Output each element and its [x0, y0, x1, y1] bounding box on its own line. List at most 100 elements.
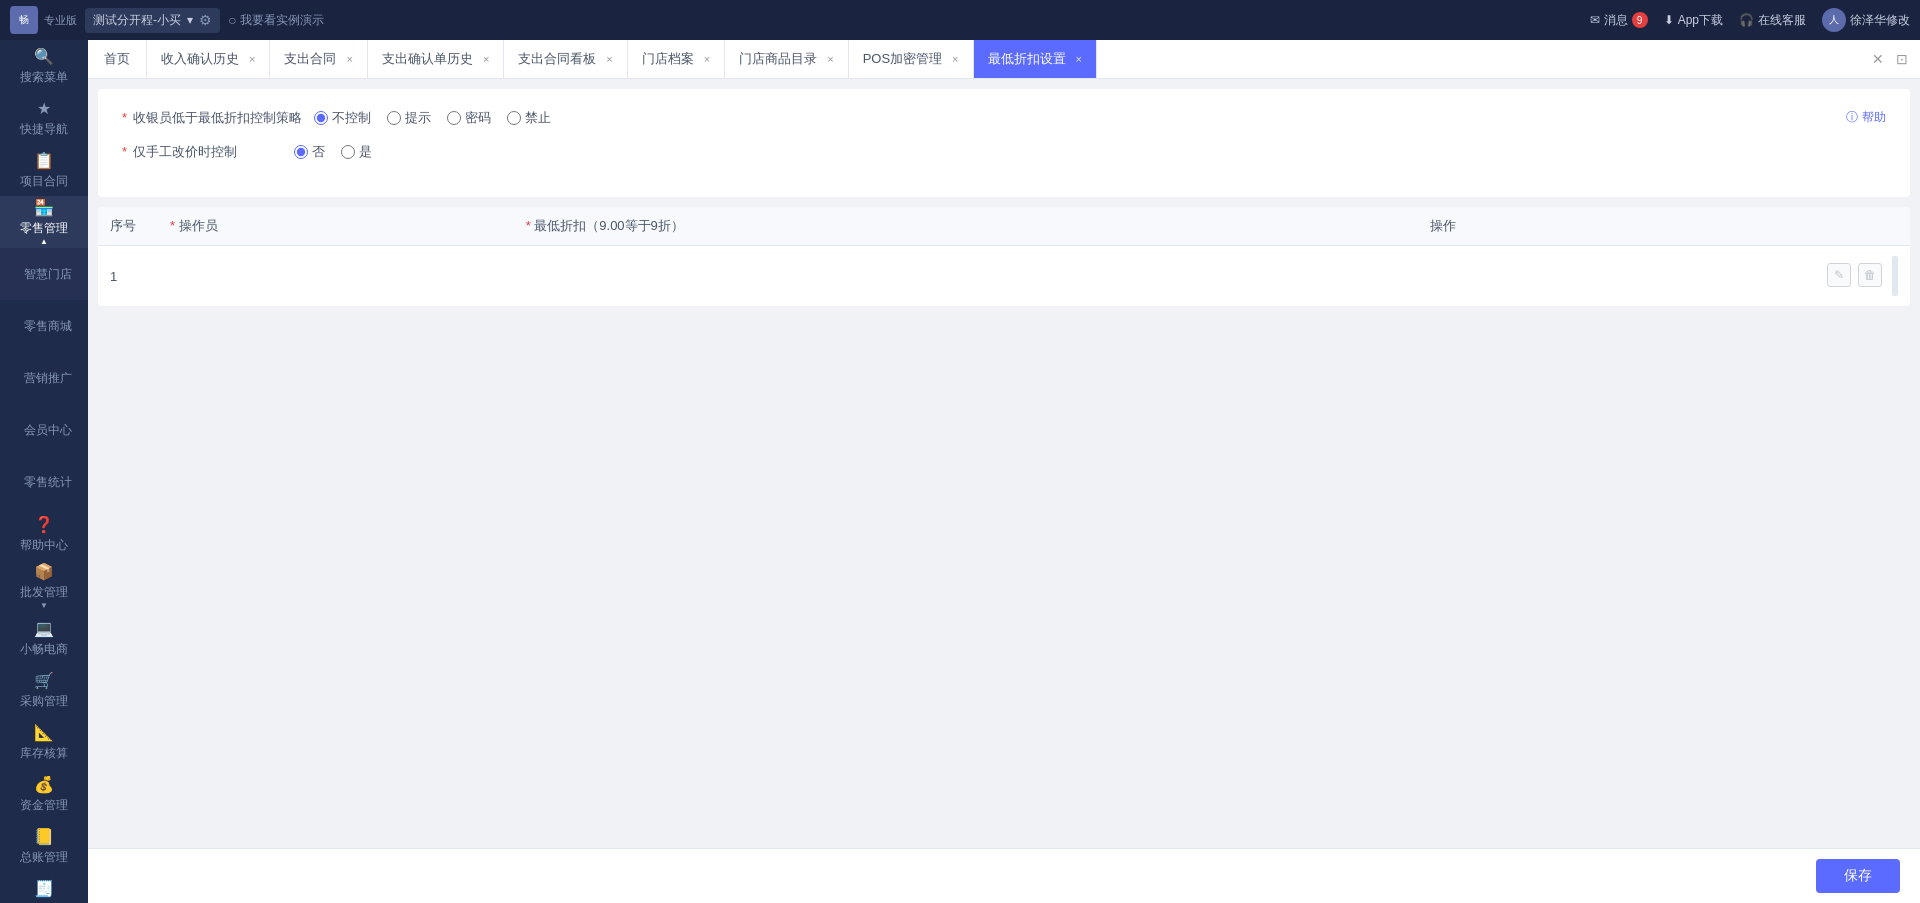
logo-area: 畅 专业版 [10, 6, 77, 34]
tab-pos-lock[interactable]: POS加密管理 × [849, 40, 974, 78]
discount-strategy-options: 不控制 提示 密码 [314, 109, 551, 127]
sidebar-item-invoice[interactable]: 🧾 发票管理 [0, 872, 88, 903]
option-forbid[interactable]: 禁止 [507, 109, 551, 127]
top-header: 畅 专业版 测试分开程-小买 ▾ ⚙ ○ 我要看实例演示 ✉ 消息 9 ⬇ Ap… [0, 0, 1920, 40]
logo-abbr: 畅 [19, 13, 29, 27]
star-icon: ★ [37, 99, 51, 118]
demo-link[interactable]: ○ 我要看实例演示 [228, 12, 324, 29]
tab-close-icon[interactable]: × [952, 53, 958, 65]
radio-no[interactable] [294, 145, 308, 159]
header-left: 畅 专业版 测试分开程-小买 ▾ ⚙ ○ 我要看实例演示 [10, 6, 324, 34]
option-no[interactable]: 否 [294, 143, 325, 161]
maximize-icon[interactable]: ⊡ [1892, 47, 1912, 71]
cell-min-discount [514, 246, 1418, 307]
tab-income-confirm[interactable]: 收入确认历史 × [147, 40, 270, 78]
sidebar-item-ledger[interactable]: 📒 总账管理 [0, 820, 88, 872]
ledger-icon: 📒 [34, 827, 54, 846]
close-tab-icon[interactable]: ✕ [1868, 47, 1888, 71]
help-icon: ❓ [34, 515, 54, 534]
tab-close-icon[interactable]: × [1076, 53, 1082, 65]
sidebar-item-label: 会员中心 [24, 422, 72, 439]
sidebar-item-finance[interactable]: 💰 资金管理 [0, 768, 88, 820]
app-logo: 畅 [10, 6, 38, 34]
page-content: * 收银员低于最低折扣控制策略 不控制 提示 [88, 79, 1920, 903]
tab-payment-confirm[interactable]: 支出确认单历史 × [368, 40, 504, 78]
sidebar-item-retail-stats[interactable]: 零售统计 [0, 456, 88, 508]
manual-control-row: * 仅手工改价时控制 否 是 [122, 143, 551, 161]
tab-close-icon[interactable]: × [827, 53, 833, 65]
tab-label: 收入确认历史 [161, 50, 239, 68]
col-header-min-discount: * 最低折扣（9.00等于9折） [514, 207, 1418, 246]
online-service-action[interactable]: 🎧 在线客服 [1739, 12, 1806, 29]
row-delete-button[interactable]: 🗑 [1858, 263, 1882, 287]
sidebar-item-wholesale[interactable]: 📦 批发管理 ▼ [0, 560, 88, 612]
sidebar-item-smart-store[interactable]: 智慧门店 [0, 248, 88, 300]
finance-icon: 💰 [34, 775, 54, 794]
sidebar-item-label: 快捷导航 [20, 121, 68, 138]
wholesale-icon: 📦 [34, 562, 54, 581]
option-password[interactable]: 密码 [447, 109, 491, 127]
settings-icon[interactable]: ⚙ [199, 12, 212, 28]
app-download-action[interactable]: ⬇ App下载 [1664, 12, 1723, 29]
tab-min-discount[interactable]: 最低折扣设置 × [974, 40, 1097, 78]
sidebar-item-ecommerce[interactable]: 💻 小畅电商 [0, 612, 88, 664]
tab-label: POS加密管理 [863, 50, 942, 68]
sidebar-item-retail[interactable]: 🏪 零售管理 ▲ [0, 196, 88, 248]
option-remind[interactable]: 提示 [387, 109, 431, 127]
sidebar-item-project[interactable]: 📋 项目合同 [0, 144, 88, 196]
message-action[interactable]: ✉ 消息 9 [1590, 12, 1648, 29]
option-no-control[interactable]: 不控制 [314, 109, 371, 127]
invoice-icon: 🧾 [34, 879, 54, 898]
tab-home[interactable]: 首页 [88, 40, 147, 78]
sidebar-item-label: 零售统计 [24, 474, 72, 491]
drag-handle[interactable] [1892, 256, 1898, 296]
manual-control-label: * 仅手工改价时控制 [122, 143, 282, 161]
sidebar-item-label: 小畅电商 [20, 641, 68, 658]
tab-close-icon[interactable]: × [249, 53, 255, 65]
sidebar-item-shortcuts[interactable]: ★ 快捷导航 [0, 92, 88, 144]
sidebar-item-purchase[interactable]: 🛒 采购管理 [0, 664, 88, 716]
radio-password[interactable] [447, 111, 461, 125]
sidebar-item-inventory[interactable]: 📐 库存核算 [0, 716, 88, 768]
radio-remind[interactable] [387, 111, 401, 125]
sidebar-item-marketing[interactable]: 营销推广 [0, 352, 88, 404]
sidebar-item-label: 总账管理 [20, 849, 68, 866]
tab-close-icon[interactable]: × [606, 53, 612, 65]
retail-icon: 🏪 [34, 198, 54, 217]
col-header-actions: 操作 [1418, 207, 1910, 246]
table-header-row: 序号 * 操作员 * 最低折扣（9.00等于9折） 操作 [98, 207, 1910, 246]
tab-close-icon[interactable]: × [704, 53, 710, 65]
radio-forbid[interactable] [507, 111, 521, 125]
user-action[interactable]: 人 徐泽华修改 [1822, 8, 1910, 32]
tabs-end-actions: ✕ ⊡ [1860, 47, 1920, 71]
project-name: 测试分开程-小买 [93, 12, 181, 29]
radio-yes[interactable] [341, 145, 355, 159]
save-button[interactable]: 保存 [1816, 859, 1900, 893]
required-star: * [170, 218, 175, 233]
radio-no-control[interactable] [314, 111, 328, 125]
cell-seq: 1 [98, 246, 158, 307]
sidebar-item-label: 资金管理 [20, 797, 68, 814]
tab-store-file[interactable]: 门店档案 × [628, 40, 725, 78]
content-area: 首页 收入确认历史 × 支出合同 × 支出确认单历史 × 支出合同看板 × 门店… [88, 40, 1920, 903]
sidebar-item-label: 采购管理 [20, 693, 68, 710]
sidebar-item-label: 零售管理 [20, 220, 68, 237]
required-star: * [122, 110, 127, 125]
tab-payment-board[interactable]: 支出合同看板 × [504, 40, 627, 78]
discount-strategy-row: * 收银员低于最低折扣控制策略 不控制 提示 [122, 109, 551, 127]
tab-close-icon[interactable]: × [483, 53, 489, 65]
sidebar-item-search[interactable]: 🔍 搜索菜单 [0, 40, 88, 92]
tab-store-goods[interactable]: 门店商品目录 × [725, 40, 848, 78]
sidebar-item-member[interactable]: 会员中心 [0, 404, 88, 456]
sidebar-item-help[interactable]: ❓ 帮助中心 [0, 508, 88, 560]
tab-label: 支出确认单历史 [382, 50, 473, 68]
option-yes[interactable]: 是 [341, 143, 372, 161]
cell-actions: ✎ 🗑 [1418, 246, 1910, 307]
project-selector[interactable]: 测试分开程-小买 ▾ ⚙ [85, 8, 220, 33]
help-link[interactable]: ⓘ 帮助 [1846, 109, 1886, 126]
tab-payment-contract[interactable]: 支出合同 × [270, 40, 367, 78]
row-edit-button[interactable]: ✎ [1827, 263, 1851, 287]
sidebar-item-label: 营销推广 [24, 370, 72, 387]
tab-close-icon[interactable]: × [346, 53, 352, 65]
sidebar-item-retail-mall[interactable]: 零售商城 [0, 300, 88, 352]
